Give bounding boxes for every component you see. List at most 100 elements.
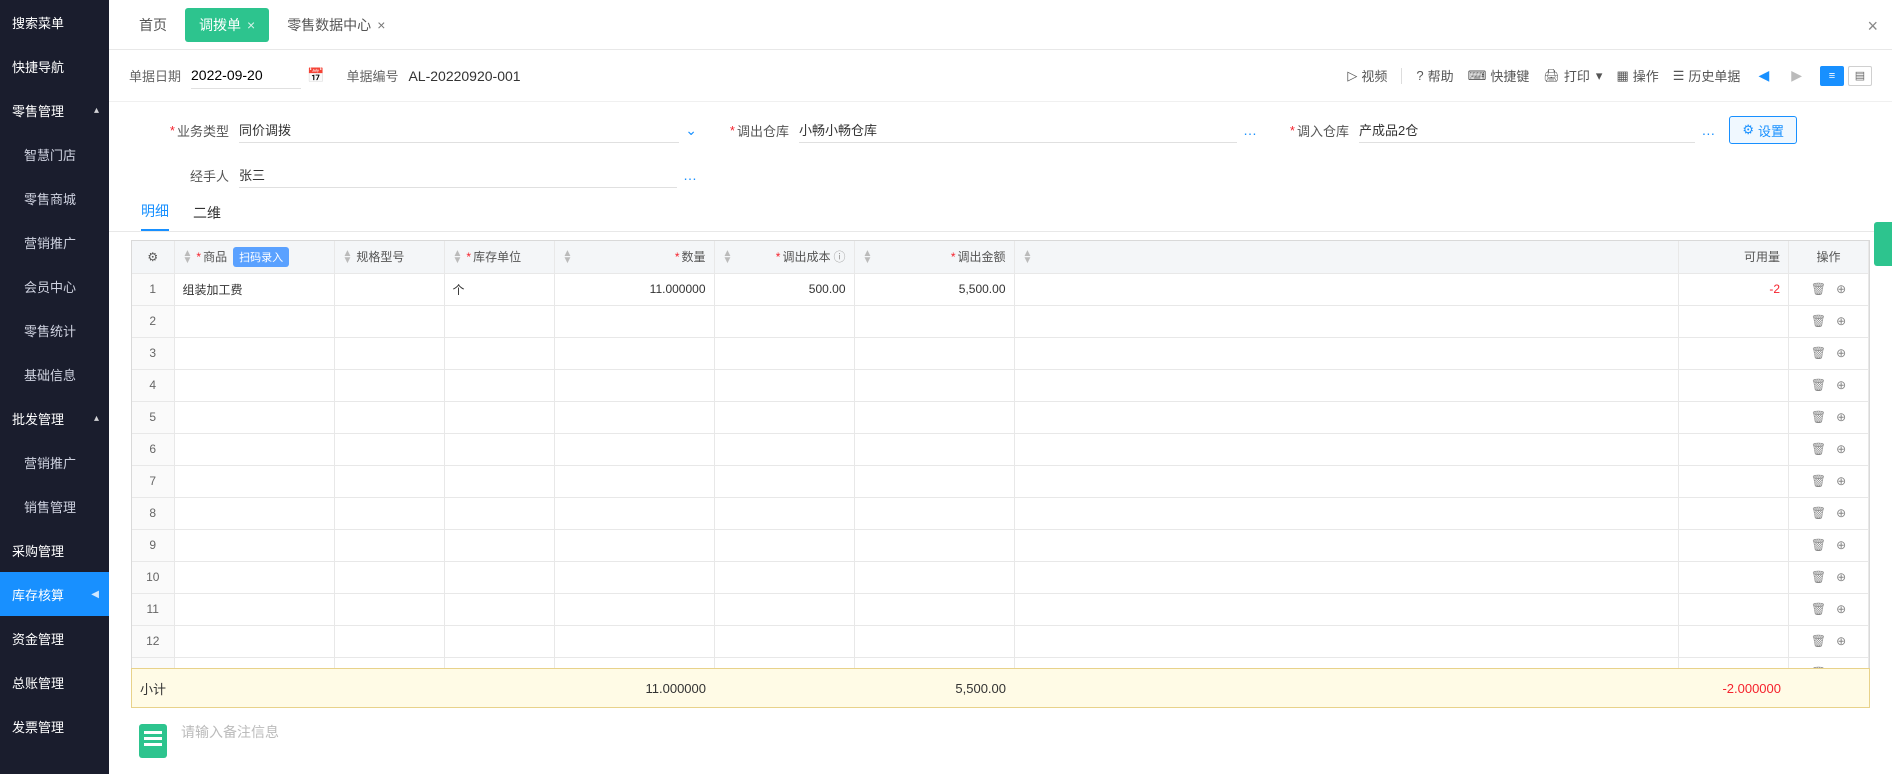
- sidebar-item[interactable]: 营销推广: [0, 440, 109, 484]
- add-row-icon[interactable]: ⊕: [1836, 538, 1846, 552]
- col-product[interactable]: ▲▼*商品扫码录入: [174, 241, 334, 273]
- sidebar-item[interactable]: 库存核算◀: [0, 572, 109, 616]
- sidebar-item[interactable]: 零售统计: [0, 308, 109, 352]
- in-wh-input[interactable]: [1359, 117, 1695, 143]
- table-row[interactable]: 4🗑⊕: [132, 369, 1869, 401]
- add-row-icon[interactable]: ⊕: [1836, 474, 1846, 488]
- shortcut-button[interactable]: ⌨快捷键: [1468, 66, 1530, 85]
- doc-date-input[interactable]: [191, 63, 301, 89]
- col-gear[interactable]: ⚙: [132, 241, 174, 273]
- chevron-down-icon[interactable]: ⌄: [685, 122, 697, 139]
- sidebar-item[interactable]: 搜索菜单: [0, 0, 109, 44]
- table-row[interactable]: 9🗑⊕: [132, 529, 1869, 561]
- table-row[interactable]: 10🗑⊕: [132, 561, 1869, 593]
- table-row[interactable]: 2🗑⊕: [132, 305, 1869, 337]
- print-button[interactable]: 🖨打印▾: [1543, 66, 1602, 85]
- col-available[interactable]: 可用量: [1679, 241, 1789, 273]
- sidebar-item[interactable]: 资金管理: [0, 616, 109, 660]
- help-button[interactable]: ?帮助: [1416, 66, 1453, 85]
- table-row[interactable]: 13🗑⊕: [132, 657, 1869, 668]
- page-tab[interactable]: 首页: [125, 8, 181, 42]
- col-out-amount[interactable]: ▲▼*调出金额: [854, 241, 1014, 273]
- table-row[interactable]: 1组装加工费个11.000000500.005,500.00-2🗑⊕: [132, 273, 1869, 305]
- cell-product[interactable]: 组装加工费: [174, 273, 334, 305]
- sidebar-item[interactable]: 会员中心: [0, 264, 109, 308]
- add-row-icon[interactable]: ⊕: [1836, 570, 1846, 584]
- add-row-icon[interactable]: ⊕: [1836, 634, 1846, 648]
- info-icon[interactable]: ⓘ: [833, 248, 845, 265]
- cell-unit[interactable]: 个: [444, 273, 554, 305]
- close-icon[interactable]: ×: [377, 17, 385, 33]
- cell-spec[interactable]: [334, 273, 444, 305]
- cell-out-amount[interactable]: 5,500.00: [854, 273, 1014, 305]
- prev-doc-button[interactable]: ◀: [1754, 67, 1773, 84]
- delete-row-icon[interactable]: 🗑: [1811, 442, 1826, 456]
- add-row-icon[interactable]: ⊕: [1836, 378, 1846, 392]
- delete-row-icon[interactable]: 🗑: [1811, 570, 1826, 584]
- out-wh-input[interactable]: [799, 117, 1237, 143]
- next-doc-button[interactable]: ▶: [1787, 67, 1806, 84]
- add-row-icon[interactable]: ⊕: [1836, 602, 1846, 616]
- sidebar-item[interactable]: 采购管理: [0, 528, 109, 572]
- more-icon[interactable]: …: [683, 167, 697, 183]
- close-icon[interactable]: ×: [247, 17, 255, 33]
- video-button[interactable]: ▷视频: [1347, 66, 1387, 85]
- cell-out-cost[interactable]: 500.00: [714, 273, 854, 305]
- col-unit[interactable]: ▲▼*库存单位: [444, 241, 554, 273]
- cell-qty[interactable]: 11.000000: [554, 273, 714, 305]
- col-qty[interactable]: ▲▼*数量: [554, 241, 714, 273]
- table-row[interactable]: 8🗑⊕: [132, 497, 1869, 529]
- table-row[interactable]: 5🗑⊕: [132, 401, 1869, 433]
- page-tab[interactable]: 调拨单×: [185, 8, 269, 42]
- handler-input[interactable]: [239, 162, 677, 188]
- col-out-cost[interactable]: ▲▼*调出成本ⓘ: [714, 241, 854, 273]
- delete-row-icon[interactable]: 🗑: [1811, 506, 1826, 520]
- table-row[interactable]: 7🗑⊕: [132, 465, 1869, 497]
- table-row[interactable]: 11🗑⊕: [132, 593, 1869, 625]
- biz-type-input[interactable]: [239, 117, 679, 143]
- delete-row-icon[interactable]: 🗑: [1811, 410, 1826, 424]
- sidebar-item[interactable]: 零售商城: [0, 176, 109, 220]
- history-button[interactable]: ☰历史单据: [1673, 66, 1741, 85]
- delete-row-icon[interactable]: 🗑: [1811, 602, 1826, 616]
- delete-row-icon[interactable]: 🗑: [1811, 634, 1826, 648]
- sidebar-item[interactable]: 零售管理▴: [0, 88, 109, 132]
- close-all-tabs-icon[interactable]: ×: [1867, 16, 1878, 37]
- sidebar-item[interactable]: 发票管理: [0, 704, 109, 748]
- card-view-button[interactable]: ▤: [1848, 66, 1872, 86]
- cell-blank[interactable]: [1014, 273, 1679, 305]
- right-float-tab[interactable]: [1874, 222, 1892, 266]
- add-row-icon[interactable]: ⊕: [1836, 346, 1846, 360]
- add-row-icon[interactable]: ⊕: [1836, 410, 1846, 424]
- sidebar-item[interactable]: 营销推广: [0, 220, 109, 264]
- add-row-icon[interactable]: ⊕: [1836, 442, 1846, 456]
- sidebar-item[interactable]: 智慧门店: [0, 132, 109, 176]
- add-row-icon[interactable]: ⊕: [1836, 506, 1846, 520]
- calendar-icon[interactable]: 📅: [307, 67, 324, 84]
- list-view-button[interactable]: ≡: [1820, 66, 1844, 86]
- scan-entry-button[interactable]: 扫码录入: [233, 247, 289, 267]
- remark-input[interactable]: [181, 724, 1862, 740]
- settings-button[interactable]: ⚙设置: [1729, 116, 1797, 144]
- delete-row-icon[interactable]: 🗑: [1811, 538, 1826, 552]
- delete-row-icon[interactable]: 🗑: [1811, 346, 1826, 360]
- more-icon[interactable]: …: [1701, 122, 1715, 138]
- delete-row-icon[interactable]: 🗑: [1811, 314, 1826, 328]
- delete-row-icon[interactable]: 🗑: [1811, 378, 1826, 392]
- action-button[interactable]: ▦操作: [1616, 66, 1658, 85]
- sidebar-item[interactable]: 批发管理▴: [0, 396, 109, 440]
- sidebar-item[interactable]: 总账管理: [0, 660, 109, 704]
- table-row[interactable]: 3🗑⊕: [132, 337, 1869, 369]
- delete-row-icon[interactable]: 🗑: [1811, 474, 1826, 488]
- sidebar-item[interactable]: 基础信息: [0, 352, 109, 396]
- add-row-icon[interactable]: ⊕: [1836, 282, 1846, 296]
- tab-detail[interactable]: 明细: [141, 201, 169, 231]
- page-tab[interactable]: 零售数据中心×: [273, 8, 399, 42]
- sidebar-item[interactable]: 快捷导航: [0, 44, 109, 88]
- tab-matrix[interactable]: 二维: [193, 203, 221, 231]
- table-row[interactable]: 6🗑⊕: [132, 433, 1869, 465]
- add-row-icon[interactable]: ⊕: [1836, 314, 1846, 328]
- sidebar-item[interactable]: 销售管理: [0, 484, 109, 528]
- delete-row-icon[interactable]: 🗑: [1811, 282, 1826, 296]
- table-row[interactable]: 12🗑⊕: [132, 625, 1869, 657]
